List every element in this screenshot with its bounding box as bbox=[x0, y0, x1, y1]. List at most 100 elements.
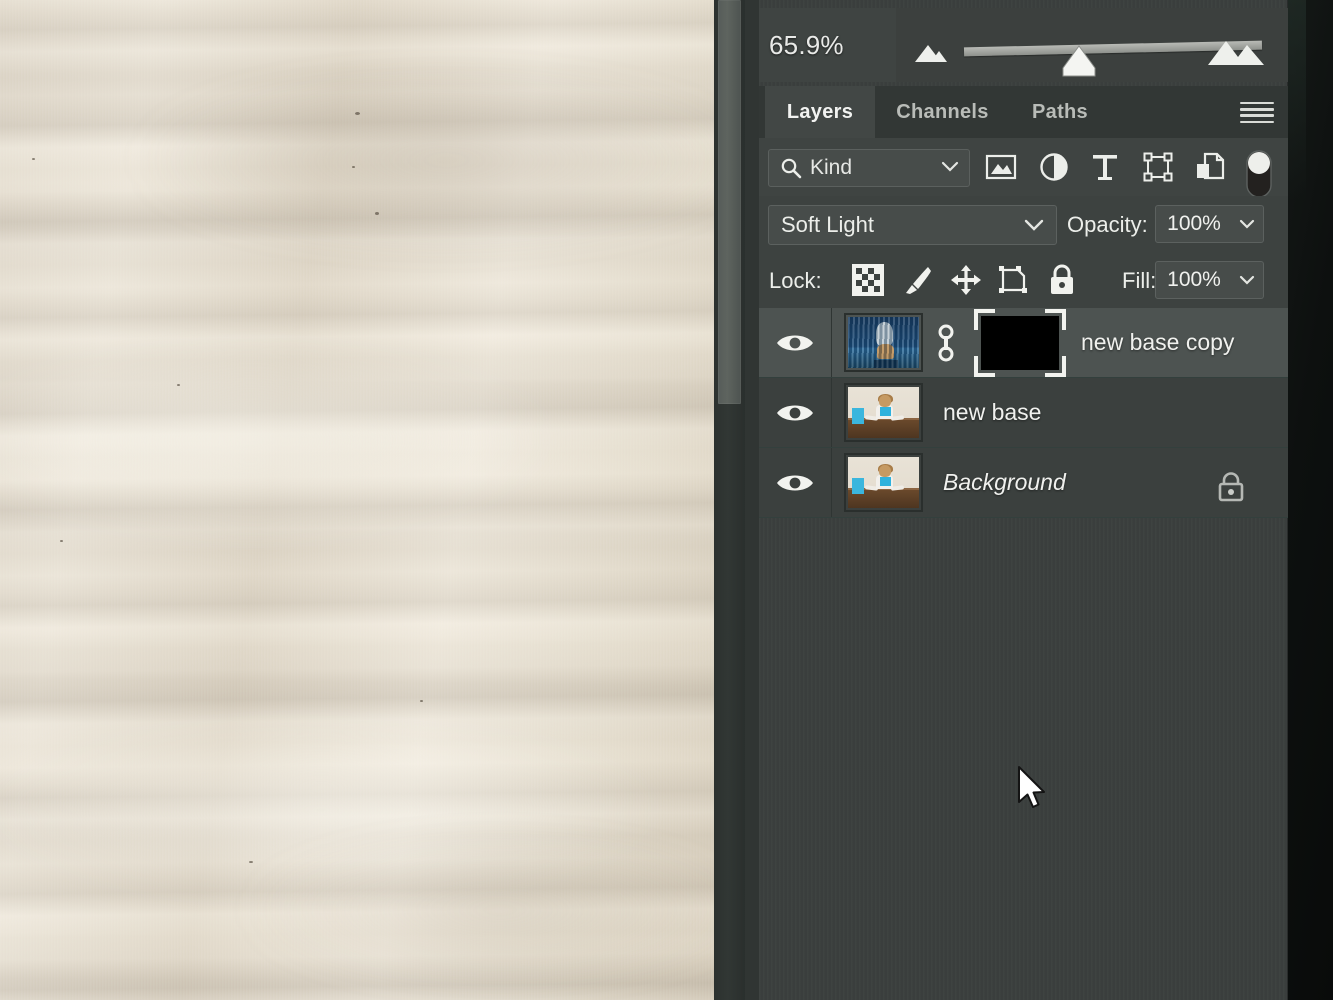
panel-edge-strip bbox=[745, 0, 759, 1000]
zoom-slider-thumb[interactable] bbox=[1059, 44, 1099, 78]
screenshot-root: 65.9% Layers Channels Paths Kind Soft Li… bbox=[0, 0, 1333, 1000]
lock-image-pixels[interactable] bbox=[901, 264, 933, 296]
lock-position[interactable] bbox=[949, 264, 983, 296]
menu-line bbox=[1240, 120, 1274, 123]
vertical-scrollbar-thumb[interactable] bbox=[718, 0, 741, 404]
bracket-top-left bbox=[974, 308, 995, 330]
layer-visibility-toggle[interactable] bbox=[759, 378, 832, 447]
blend-mode-value: Soft Light bbox=[781, 212, 874, 237]
layer-mask-thumbnail[interactable] bbox=[974, 308, 1066, 377]
bracket-bottom-left bbox=[974, 355, 995, 377]
table-row[interactable]: new base copy bbox=[759, 308, 1288, 378]
document-canvas-photo bbox=[0, 0, 750, 1000]
chevron-down-icon[interactable] bbox=[941, 160, 959, 174]
eye-icon bbox=[777, 405, 813, 420]
filter-smart-objects[interactable] bbox=[1195, 152, 1225, 182]
mask-selection-brackets bbox=[974, 308, 1066, 377]
mouse-cursor bbox=[1018, 766, 1045, 808]
canvas-speck bbox=[249, 861, 253, 863]
canvas-speck bbox=[352, 166, 355, 168]
canvas-highlight-mid bbox=[0, 340, 572, 540]
filter-kind-dropdown[interactable]: Kind bbox=[768, 149, 970, 187]
panel-tab-bar: Layers Channels Paths bbox=[759, 86, 1288, 138]
opacity-stepper-button[interactable] bbox=[1231, 205, 1264, 243]
bracket-bottom-right bbox=[1045, 355, 1066, 377]
menu-line bbox=[1240, 108, 1274, 111]
eye-icon bbox=[777, 335, 813, 350]
opacity-value: 100% bbox=[1167, 212, 1221, 235]
thumbnail-artwork-inverted bbox=[848, 317, 919, 368]
filter-toggle-switch[interactable] bbox=[1244, 148, 1274, 200]
opacity-input[interactable]: 100% bbox=[1155, 205, 1233, 243]
search-icon bbox=[781, 158, 802, 179]
filter-adjustment-layers[interactable] bbox=[1039, 152, 1069, 182]
menu-line bbox=[1240, 102, 1274, 105]
zoom-out-icon[interactable] bbox=[911, 41, 955, 63]
layer-mask-link-icon[interactable] bbox=[933, 322, 959, 364]
zoom-level-value: 65.9% bbox=[769, 29, 844, 60]
table-row[interactable]: Background bbox=[759, 448, 1288, 518]
thumb-head bbox=[879, 465, 892, 478]
blend-mode-row: Soft Light Opacity: 100% bbox=[759, 196, 1288, 252]
layers-panel: 65.9% Layers Channels Paths Kind Soft Li… bbox=[759, 0, 1288, 1000]
layer-locked-icon[interactable] bbox=[1216, 471, 1246, 503]
layer-column-divider bbox=[831, 448, 832, 517]
canvas-speck bbox=[420, 700, 423, 702]
tab-layers-label: Layers bbox=[786, 100, 854, 123]
opacity-label: Opacity: bbox=[1067, 212, 1148, 237]
thumb-shirt bbox=[879, 407, 891, 417]
canvas-shade-bottom bbox=[249, 840, 750, 980]
canvas-speck bbox=[375, 212, 379, 215]
chevron-down-icon bbox=[1239, 219, 1255, 229]
fill-label: Fill: bbox=[1122, 268, 1157, 293]
tab-channels[interactable]: Channels bbox=[875, 86, 1010, 138]
tab-layers[interactable]: Layers bbox=[765, 86, 875, 138]
canvas-speck bbox=[177, 384, 180, 386]
layer-column-divider bbox=[831, 378, 832, 447]
zoom-level-field[interactable]: 65.9% bbox=[759, 8, 896, 82]
filter-kind-value: Kind bbox=[810, 156, 853, 179]
bracket-top-right bbox=[1045, 308, 1066, 330]
panel-menu-icon[interactable] bbox=[1240, 102, 1274, 123]
filter-shape-layers[interactable] bbox=[1142, 152, 1174, 182]
layer-name[interactable]: new base copy bbox=[1081, 329, 1234, 356]
fill-value: 100% bbox=[1167, 268, 1221, 291]
blend-mode-dropdown[interactable]: Soft Light bbox=[768, 205, 1057, 245]
tab-paths-label: Paths bbox=[1032, 100, 1088, 123]
canvas-speck bbox=[355, 112, 360, 115]
filter-type-layers[interactable] bbox=[1091, 152, 1119, 182]
layer-thumbnail[interactable] bbox=[846, 455, 921, 510]
thumb-streaks bbox=[848, 317, 919, 368]
layer-visibility-toggle[interactable] bbox=[759, 308, 832, 377]
menu-line bbox=[1240, 114, 1274, 117]
layer-thumbnail[interactable] bbox=[846, 315, 921, 370]
table-row[interactable]: new base bbox=[759, 378, 1288, 448]
lock-all[interactable] bbox=[1047, 264, 1077, 296]
lock-artboard-nesting[interactable] bbox=[998, 264, 1032, 296]
chevron-down-icon bbox=[1239, 275, 1255, 285]
layer-name[interactable]: Background bbox=[943, 469, 1066, 496]
thumb-shirt bbox=[879, 477, 891, 487]
tab-paths[interactable]: Paths bbox=[1010, 86, 1110, 138]
fill-stepper-button[interactable] bbox=[1231, 261, 1264, 299]
zoom-in-icon[interactable] bbox=[1206, 36, 1268, 66]
thumb-blue-box bbox=[852, 478, 865, 494]
monitor-edge-glow bbox=[1288, 0, 1306, 200]
thumb-blue-box bbox=[852, 408, 865, 424]
lock-label: Lock: bbox=[769, 268, 822, 293]
layer-thumbnail[interactable] bbox=[846, 385, 921, 440]
layer-name[interactable]: new base bbox=[943, 399, 1041, 426]
fill-input[interactable]: 100% bbox=[1155, 261, 1233, 299]
layer-visibility-toggle[interactable] bbox=[759, 448, 832, 517]
layer-list: new base copy new base Background bbox=[759, 308, 1288, 518]
filter-pixel-layers[interactable] bbox=[985, 152, 1017, 182]
lock-transparent-pixels[interactable] bbox=[852, 264, 884, 296]
lock-row: Lock: Fill: 100% bbox=[759, 252, 1288, 308]
zoom-slider-area[interactable] bbox=[896, 8, 1288, 82]
chevron-down-icon[interactable] bbox=[1024, 218, 1044, 232]
thumbnail-artwork bbox=[848, 457, 919, 508]
tab-channels-label: Channels bbox=[896, 100, 989, 123]
thumbnail-artwork bbox=[848, 387, 919, 438]
eye-icon bbox=[777, 475, 813, 490]
canvas-shade-top bbox=[142, 80, 750, 240]
